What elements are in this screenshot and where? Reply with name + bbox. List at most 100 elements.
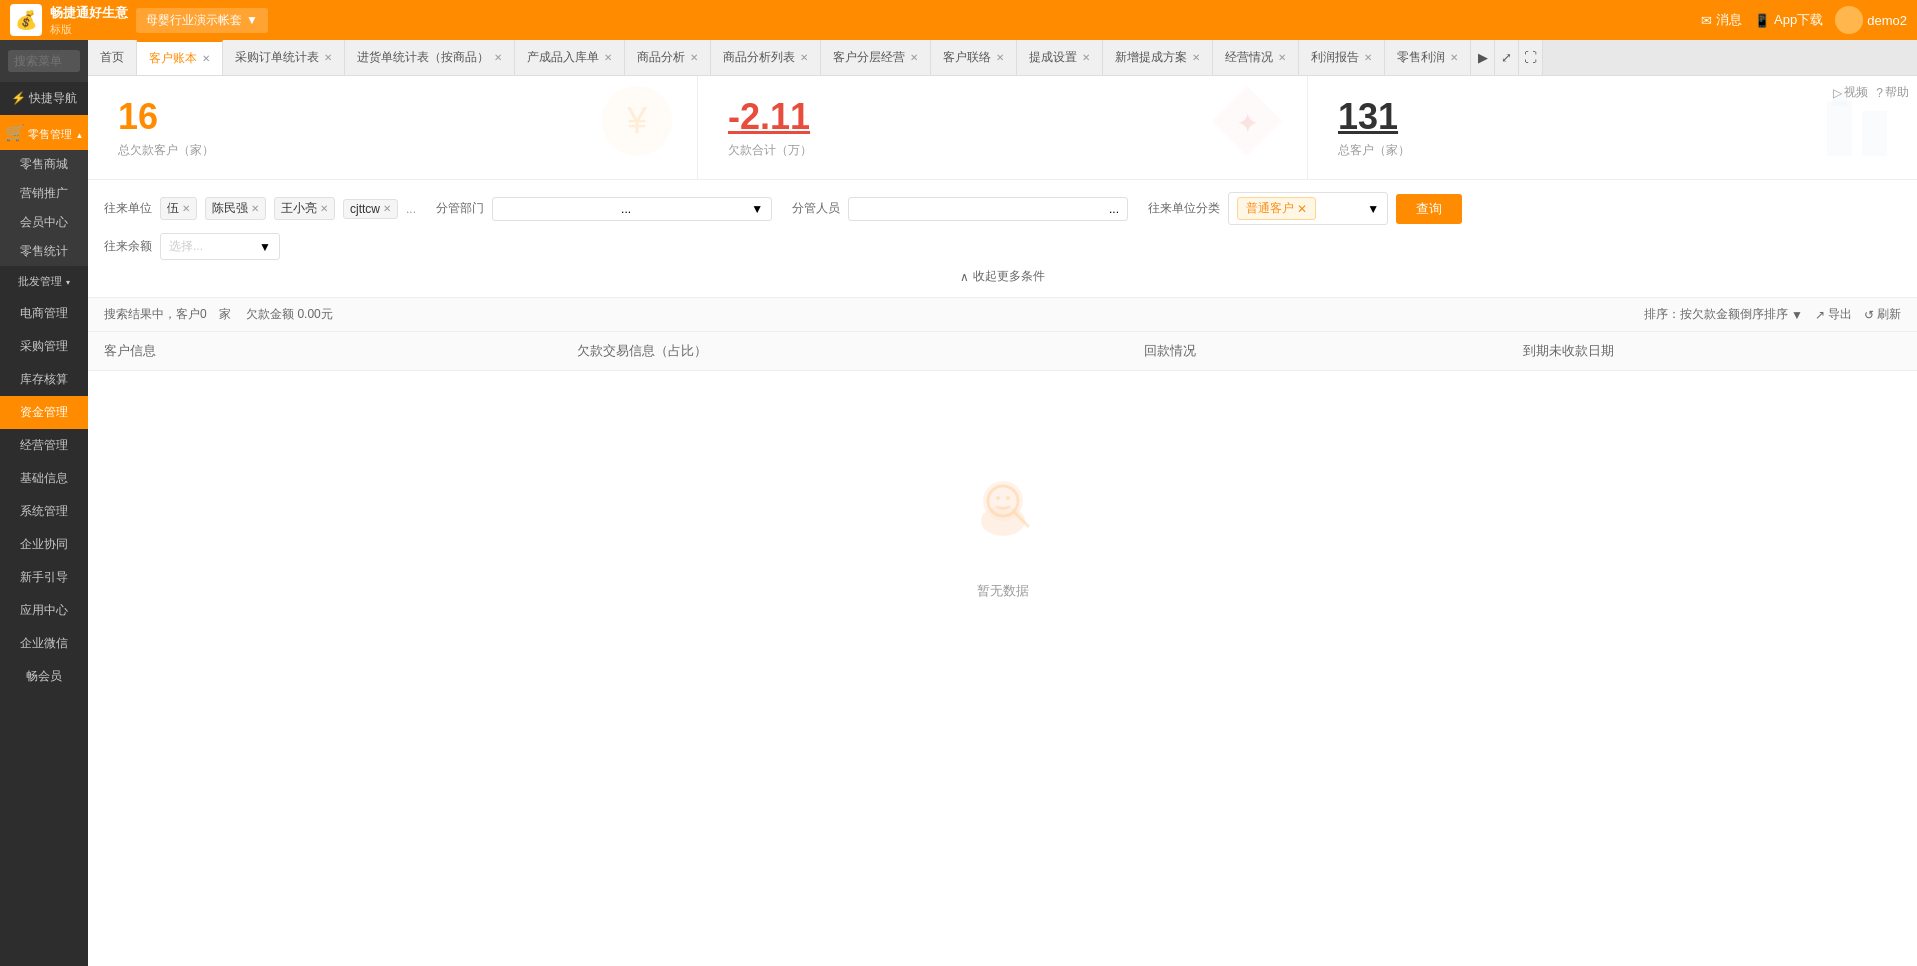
tab-inbound-stat[interactable]: 进货单统计表（按商品） ✕ <box>345 40 515 76</box>
collapse-button[interactable]: ∧ 收起更多条件 <box>104 268 1901 285</box>
sidebar-item-operation[interactable]: 经营管理 <box>0 429 88 462</box>
remove-tag-cj[interactable]: ✕ <box>383 203 391 214</box>
diamond-icon: ✦ <box>1207 81 1287 175</box>
col-header-date: 到期未收款日期 <box>1523 342 1901 360</box>
tab-bar: 首页 客户账本 ✕ 采购订单统计表 ✕ 进货单统计表（按商品） ✕ 产成品入库单… <box>88 40 1917 76</box>
query-button[interactable]: 查询 <box>1396 194 1462 224</box>
tab-close-product-analysis[interactable]: ✕ <box>690 52 698 63</box>
tab-customer-contact[interactable]: 客户联络 ✕ <box>931 40 1017 76</box>
sidebar-item-basic[interactable]: 基础信息 <box>0 462 88 495</box>
result-count: 0 <box>200 307 207 321</box>
tab-new-promotion[interactable]: 新增提成方案 ✕ <box>1103 40 1213 76</box>
messages-btn[interactable]: ✉ 消息 <box>1701 11 1742 29</box>
top-bar: 💰 畅捷通好生意 标版 母婴行业演示帐套 ▼ ✉ 消息 📱 App下载 demo… <box>0 0 1917 40</box>
tab-scroll-right[interactable]: ▶ <box>1471 40 1495 76</box>
sidebar-item-app-center[interactable]: 应用中心 <box>0 594 88 627</box>
category-tag-normal[interactable]: 普通客户 ✕ <box>1237 197 1316 220</box>
svg-rect-5 <box>1862 111 1887 156</box>
tab-customer-book[interactable]: 客户账本 ✕ <box>137 40 223 76</box>
filter-tag-wu[interactable]: 伍 ✕ <box>160 197 197 220</box>
logo-info: 畅捷通好生意 标版 <box>50 4 128 37</box>
result-info: 搜索结果中，客户0家 欠款金额 0.00元 <box>104 306 357 323</box>
tab-expand[interactable]: ⤢ <box>1495 40 1519 76</box>
remove-tag-wang[interactable]: ✕ <box>320 203 328 214</box>
sidebar-item-retail-stat[interactable]: 零售统计 <box>0 237 88 266</box>
search-input[interactable] <box>8 50 80 72</box>
tab-production[interactable]: 产成品入库单 ✕ <box>515 40 625 76</box>
filter-more-tags[interactable]: ... <box>406 202 416 216</box>
tab-close-promotion-settings[interactable]: ✕ <box>1082 52 1090 63</box>
sidebar-item-member[interactable]: 会员中心 <box>0 208 88 237</box>
tab-close-operation[interactable]: ✕ <box>1278 52 1286 63</box>
filter-tag-wang[interactable]: 王小亮 ✕ <box>274 197 335 220</box>
col-header-debt: 欠款交易信息（占比） <box>577 342 1144 360</box>
coin-icon: ¥ <box>597 81 677 175</box>
building-icon <box>1817 81 1897 175</box>
logo-sub: 标版 <box>50 22 128 37</box>
remove-tag-chen[interactable]: ✕ <box>251 203 259 214</box>
sidebar-item-newbie[interactable]: 新手引导 <box>0 561 88 594</box>
sidebar-item-wechat[interactable]: 企业微信 <box>0 627 88 660</box>
tab-close-production[interactable]: ✕ <box>604 52 612 63</box>
remove-tag-wu[interactable]: ✕ <box>182 203 190 214</box>
balance-filter-label: 往来余额 <box>104 238 152 255</box>
balance-filter-input[interactable]: 选择... ▼ <box>160 233 280 260</box>
svg-point-12 <box>1006 496 1010 500</box>
sidebar-item-retail-mall[interactable]: 零售商城 <box>0 150 88 179</box>
sidebar-item-marketing[interactable]: 营销推广 <box>0 179 88 208</box>
svg-point-11 <box>996 496 1000 500</box>
sidebar-item-quick-nav[interactable]: ⚡ 快捷导航 <box>0 82 88 115</box>
total-debtors-number: 16 <box>118 96 158 138</box>
tab-product-analysis[interactable]: 商品分析 ✕ <box>625 40 711 76</box>
col-header-repay: 回款情况 <box>1144 342 1522 360</box>
refresh-btn[interactable]: ↺ 刷新 <box>1864 306 1901 323</box>
total-debtors-label: 总欠款客户（家） <box>118 142 214 159</box>
tab-close-customer-book[interactable]: ✕ <box>202 53 210 64</box>
tab-product-analysis-list[interactable]: 商品分析列表 ✕ <box>711 40 821 76</box>
tab-close-customer-contact[interactable]: ✕ <box>996 52 1004 63</box>
sidebar-item-system[interactable]: 系统管理 <box>0 495 88 528</box>
svg-text:✦: ✦ <box>1236 108 1259 139</box>
tab-home[interactable]: 首页 <box>88 40 137 76</box>
tab-fullscreen[interactable]: ⛶ <box>1519 40 1543 76</box>
sidebar-item-wholesale[interactable]: 批发管理 ▾ <box>0 266 88 297</box>
export-btn[interactable]: ↗ 导出 <box>1815 306 1852 323</box>
tab-close-retail-profit[interactable]: ✕ <box>1450 52 1458 63</box>
sort-selector[interactable]: 排序：按欠款金额倒序排序 ▼ <box>1644 306 1803 323</box>
app-download-btn[interactable]: 📱 App下载 <box>1754 11 1823 29</box>
tab-close-purchase-order[interactable]: ✕ <box>324 52 332 63</box>
tab-close-customer-tier[interactable]: ✕ <box>910 52 918 63</box>
sidebar-item-capital[interactable]: 资金管理 <box>0 396 88 429</box>
person-filter-input[interactable]: ... <box>848 197 1128 221</box>
result-bar: 搜索结果中，客户0家 欠款金额 0.00元 排序：按欠款金额倒序排序 ▼ ↗ 导… <box>88 298 1917 332</box>
tab-customer-tier[interactable]: 客户分层经营 ✕ <box>821 40 931 76</box>
empty-state: 暂无数据 <box>88 371 1917 680</box>
logo-icon: 💰 <box>10 4 42 36</box>
tab-profit-report[interactable]: 利润报告 ✕ <box>1299 40 1385 76</box>
tab-operation-status[interactable]: 经营情况 ✕ <box>1213 40 1299 76</box>
category-filter-input[interactable]: 普通客户 ✕ ▼ <box>1228 192 1388 225</box>
sidebar-item-inventory[interactable]: 库存核算 <box>0 363 88 396</box>
dept-filter-input[interactable]: ... ▼ <box>492 197 772 221</box>
sidebar-item-ecommerce[interactable]: 电商管理 <box>0 297 88 330</box>
user-avatar[interactable]: demo2 <box>1835 6 1907 34</box>
tab-close-profit[interactable]: ✕ <box>1364 52 1372 63</box>
tab-retail-profit[interactable]: 零售利润 ✕ <box>1385 40 1471 76</box>
sidebar-item-purchase[interactable]: 采购管理 <box>0 330 88 363</box>
debt-total-label: 欠款合计（万） <box>728 142 812 159</box>
account-selector[interactable]: 母婴行业演示帐套 ▼ <box>136 8 268 33</box>
sidebar: ⚡ 快捷导航 🛒 零售管理 ▲ 零售商城 营销推广 会员中心 零售统计 批发管理… <box>0 40 88 966</box>
tab-promotion-settings[interactable]: 提成设置 ✕ <box>1017 40 1103 76</box>
logo-text: 畅捷通好生意 <box>50 4 128 22</box>
tab-close-inbound[interactable]: ✕ <box>494 52 502 63</box>
tab-close-new-promotion[interactable]: ✕ <box>1192 52 1200 63</box>
sidebar-item-enterprise[interactable]: 企业协同 <box>0 528 88 561</box>
sidebar-item-retail[interactable]: 🛒 零售管理 ▲ <box>0 115 88 150</box>
stat-total-debtors: ¥ 16 总欠款客户（家） <box>88 76 698 179</box>
remove-category[interactable]: ✕ <box>1297 202 1307 216</box>
filter-tag-cj[interactable]: cjttcw ✕ <box>343 199 398 219</box>
tab-close-product-analysis-list[interactable]: ✕ <box>800 52 808 63</box>
filter-tag-chen[interactable]: 陈民强 ✕ <box>205 197 266 220</box>
tab-purchase-order-stat[interactable]: 采购订单统计表 ✕ <box>223 40 345 76</box>
sidebar-item-vip[interactable]: 畅会员 <box>0 660 88 693</box>
